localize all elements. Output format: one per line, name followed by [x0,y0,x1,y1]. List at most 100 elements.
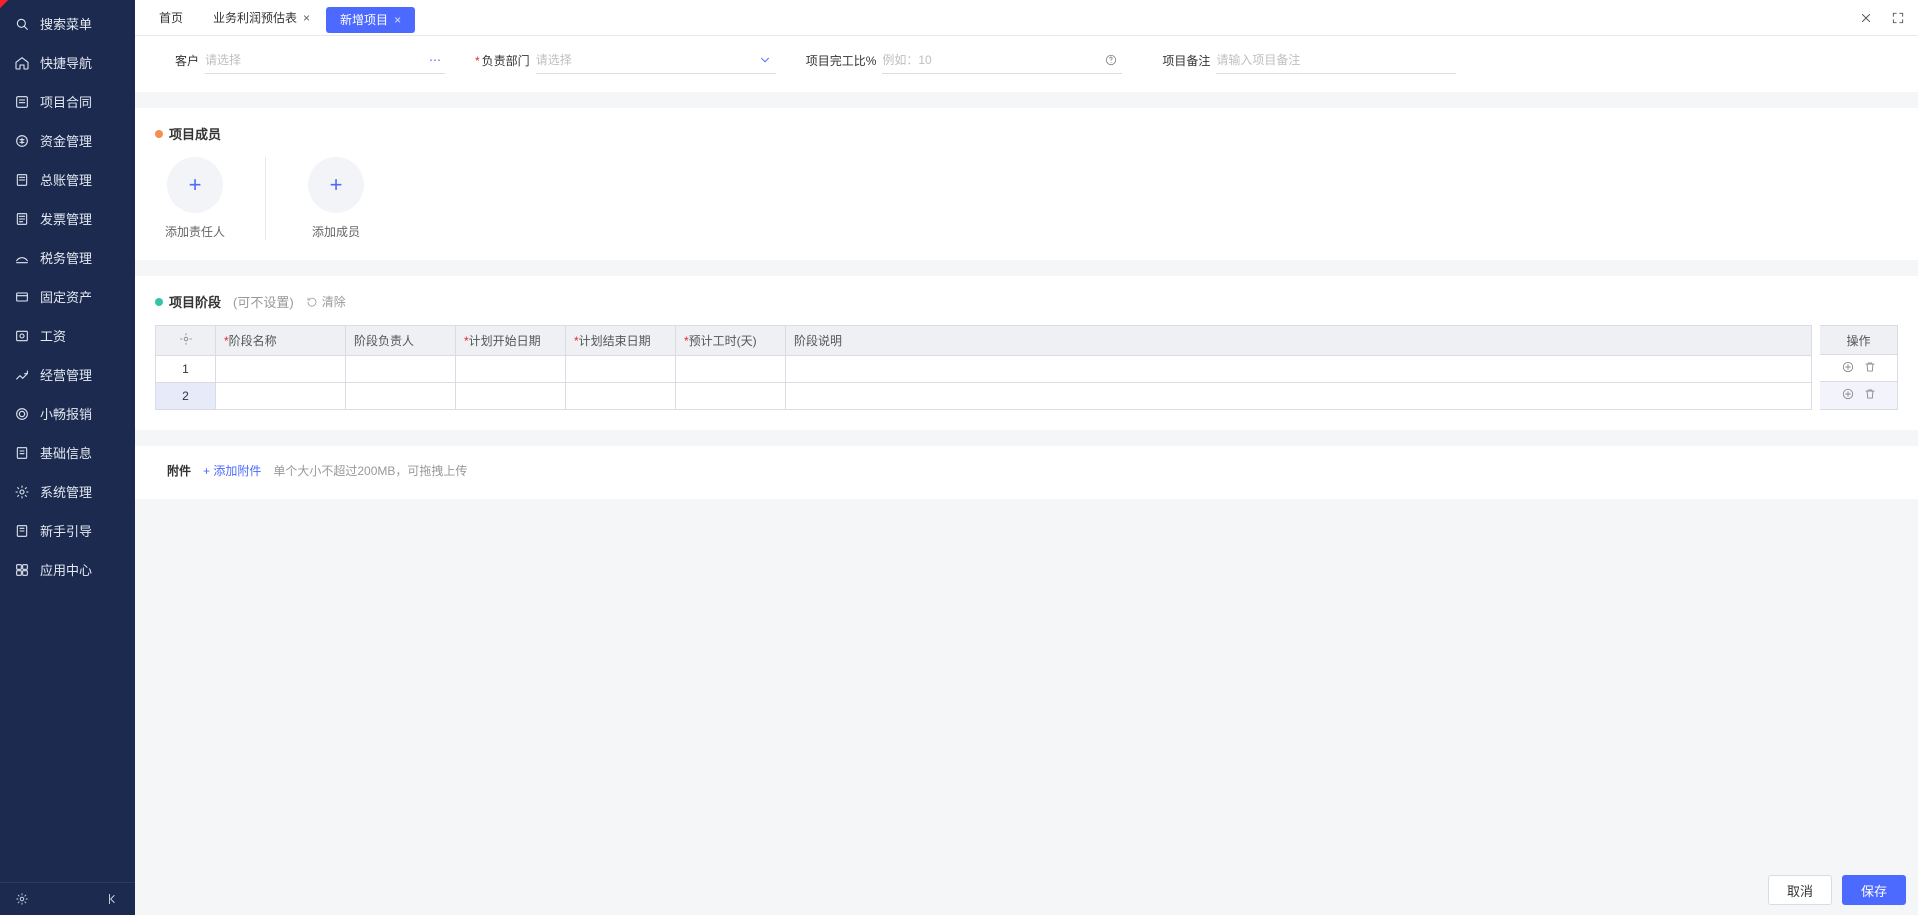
sidebar-item-guide[interactable]: 新手引导 [0,511,135,550]
section-title-text: 项目成员 [169,124,221,143]
sidebar-item-tax[interactable]: 税务管理 [0,238,135,277]
add-member: + 添加成员 [296,157,376,240]
asset-icon [14,289,30,305]
fullscreen-icon[interactable] [1886,6,1910,30]
tab-home[interactable]: 首页 [145,0,197,35]
sidebar-item-ledger[interactable]: 总账管理 [0,160,135,199]
business-icon [14,367,30,383]
tab-new-project[interactable]: 新增项目 × [326,7,415,33]
cancel-button[interactable]: 取消 [1768,875,1832,905]
section-members: 项目成员 + 添加责任人 + 添加成员 [135,108,1918,260]
tab-profit-estimate[interactable]: 业务利润预估表 × [199,0,324,35]
tab-label: 业务利润预估表 [213,9,297,26]
plus-icon: + [330,172,343,198]
sidebar: 搜索菜单 快捷导航 项目合同 资金管理 总账管理 发票管理 [0,0,135,915]
tab-label: 新增项目 [340,11,388,28]
cell-desc[interactable] [786,356,1812,383]
help-icon[interactable] [1104,53,1118,67]
add-row-icon[interactable] [1841,360,1855,377]
cell-owner[interactable] [346,383,456,410]
settings-icon[interactable] [14,891,30,907]
section-stage: 项目阶段 (可不设置) 清除 *阶段名称 阶段负责人 [135,276,1918,430]
sidebar-item-label: 搜索菜单 [40,14,92,33]
stage-ops-column: 操作 [1820,325,1898,410]
clear-label: 清除 [322,293,346,310]
cell-end[interactable] [566,383,676,410]
sidebar-item-appcenter[interactable]: 应用中心 [0,550,135,589]
cell-days[interactable] [676,356,786,383]
cell-name[interactable] [216,383,346,410]
cell-owner[interactable] [346,356,456,383]
cell-desc[interactable] [786,383,1812,410]
field-label: 客户 [155,52,199,69]
table-row: 2 [156,383,1812,410]
field-percent: 项目完工比% [806,46,1123,74]
bullet-icon [155,130,163,138]
field-customer: 客户 ⋯ [155,46,445,74]
clear-link[interactable]: 清除 [306,293,346,310]
close-icon[interactable]: × [303,11,310,25]
dept-input[interactable] [536,53,776,67]
stage-table: *阶段名称 阶段负责人 *计划开始日期 *计划结束日期 *预计工时(天) 阶段说… [155,325,1812,410]
sidebar-item-project[interactable]: 项目合同 [0,82,135,121]
column-days: *预计工时(天) [676,326,786,356]
delete-row-icon[interactable] [1863,387,1877,404]
system-icon [14,484,30,500]
sidebar-item-basicinfo[interactable]: 基础信息 [0,433,135,472]
customer-input[interactable] [205,53,445,67]
sidebar-item-invoice[interactable]: 发票管理 [0,199,135,238]
section-subtitle: (可不设置) [233,292,294,311]
field-label: 项目备注 [1162,52,1210,69]
cell-start[interactable] [456,383,566,410]
sidebar-item-funds[interactable]: 资金管理 [0,121,135,160]
sidebar-item-label: 项目合同 [40,92,92,111]
sidebar-item-label: 总账管理 [40,170,92,189]
remark-input[interactable] [1216,53,1456,67]
sidebar-item-label: 应用中心 [40,560,92,579]
content: 客户 ⋯ *负责部门 项目完工比% [135,36,1918,915]
cell-name[interactable] [216,356,346,383]
home-icon [14,55,30,71]
sidebar-item-label: 发票管理 [40,209,92,228]
collapse-icon[interactable] [105,891,121,907]
sidebar-item-label: 快捷导航 [40,53,92,72]
more-icon[interactable]: ⋯ [429,53,441,67]
form-row: 客户 ⋯ *负责部门 项目完工比% [135,36,1918,92]
add-owner-button[interactable]: + [167,157,223,213]
section-title-text: 项目阶段 [169,292,221,311]
chevron-down-icon[interactable] [758,53,772,67]
tax-icon [14,250,30,266]
column-gear[interactable] [156,326,216,356]
column-start-date: *计划开始日期 [456,326,566,356]
close-all-icon[interactable] [1854,6,1878,30]
divider [265,157,266,240]
add-row-icon[interactable] [1841,387,1855,404]
cell-days[interactable] [676,383,786,410]
sidebar-item-asset[interactable]: 固定资产 [0,277,135,316]
add-member-label: 添加成员 [312,223,360,240]
footer-actions: 取消 保存 [1768,875,1906,905]
save-button[interactable]: 保存 [1842,875,1906,905]
add-member-button[interactable]: + [308,157,364,213]
search-icon [14,16,30,32]
sidebar-item-business[interactable]: 经营管理 [0,355,135,394]
sidebar-item-label: 资金管理 [40,131,92,150]
add-owner: + 添加责任人 [155,157,235,240]
sidebar-item-expense[interactable]: 小畅报销 [0,394,135,433]
project-icon [14,94,30,110]
percent-input[interactable] [882,53,1122,67]
sidebar-item-label: 工资 [40,326,66,345]
delete-row-icon[interactable] [1863,360,1877,377]
sidebar-item-quicknav[interactable]: 快捷导航 [0,43,135,82]
sidebar-item-salary[interactable]: 工资 [0,316,135,355]
sidebar-item-system[interactable]: 系统管理 [0,472,135,511]
ledger-icon [14,172,30,188]
attachment-hint: 单个大小不超过200MB，可拖拽上传 [273,462,467,479]
cell-end[interactable] [566,356,676,383]
sidebar-item-label: 税务管理 [40,248,92,267]
sidebar-item-search[interactable]: 搜索菜单 [0,4,135,43]
bullet-icon [155,298,163,306]
add-attachment-link[interactable]: + 添加附件 [203,462,261,479]
cell-start[interactable] [456,356,566,383]
close-icon[interactable]: × [394,13,401,27]
